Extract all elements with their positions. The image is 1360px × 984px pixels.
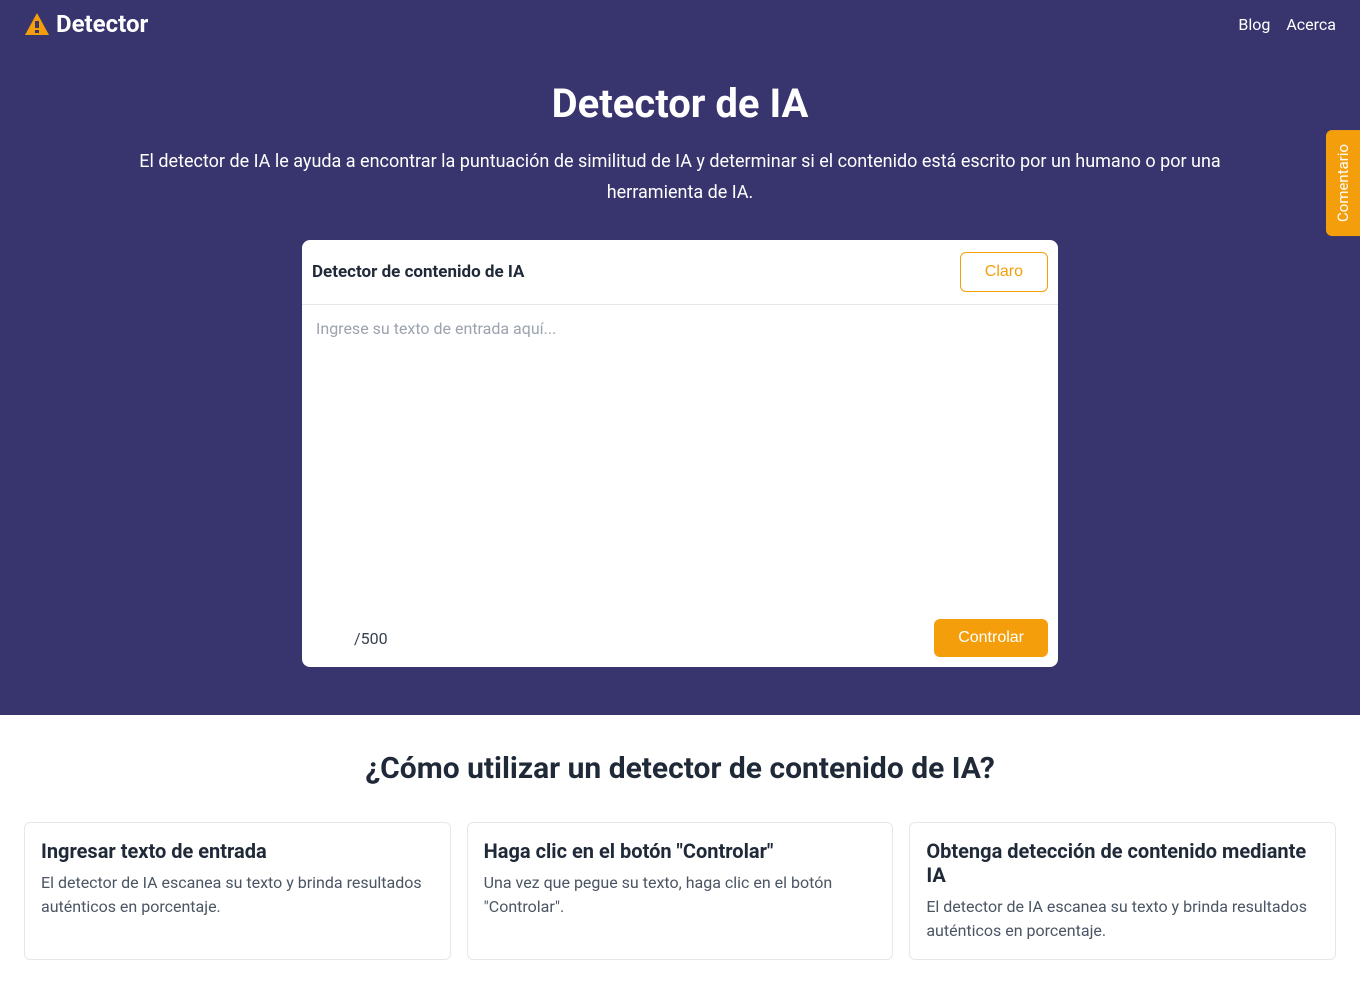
steps-grid: Ingresar texto de entrada El detector de… <box>24 822 1336 960</box>
check-button[interactable]: Controlar <box>934 619 1048 657</box>
nav-blog[interactable]: Blog <box>1238 15 1270 34</box>
logo-text: Detector <box>56 10 148 38</box>
step-card-2: Haga clic en el botón "Controlar" Una ve… <box>467 822 894 960</box>
step-card-1: Ingresar texto de entrada El detector de… <box>24 822 451 960</box>
step-title: Ingresar texto de entrada <box>41 839 434 863</box>
how-to-title: ¿Cómo utilizar un detector de contenido … <box>24 751 1336 786</box>
clear-button[interactable]: Claro <box>960 252 1048 292</box>
logo-icon <box>24 13 50 35</box>
step-desc: El detector de IA escanea su texto y bri… <box>41 871 434 919</box>
detector-card: Detector de contenido de IA Claro /500 C… <box>302 240 1058 667</box>
card-header: Detector de contenido de IA Claro <box>302 240 1058 305</box>
page-subtitle: El detector de IA le ayuda a encontrar l… <box>90 147 1270 208</box>
nav: Blog Acerca <box>1238 15 1336 34</box>
card-title: Detector de contenido de IA <box>312 262 524 282</box>
step-title: Haga clic en el botón "Controlar" <box>484 839 877 863</box>
step-desc: Una vez que pegue su texto, haga clic en… <box>484 871 877 919</box>
logo[interactable]: Detector <box>24 10 148 38</box>
text-input[interactable] <box>302 305 1058 605</box>
hero-content: Detector de IA El detector de IA le ayud… <box>0 48 1360 691</box>
page-title: Detector de IA <box>24 80 1336 127</box>
step-card-3: Obtenga detección de contenido mediante … <box>909 822 1336 960</box>
nav-about[interactable]: Acerca <box>1286 15 1336 34</box>
feedback-tab[interactable]: Comentario <box>1326 130 1360 236</box>
textarea-wrapper <box>302 305 1058 609</box>
step-desc: El detector de IA escanea su texto y bri… <box>926 895 1319 943</box>
step-title: Obtenga detección de contenido mediante … <box>926 839 1319 887</box>
char-count: /500 <box>354 629 388 648</box>
card-footer: /500 Controlar <box>302 609 1058 667</box>
header: Detector Blog Acerca <box>0 0 1360 48</box>
how-to-section: ¿Cómo utilizar un detector de contenido … <box>0 715 1360 984</box>
